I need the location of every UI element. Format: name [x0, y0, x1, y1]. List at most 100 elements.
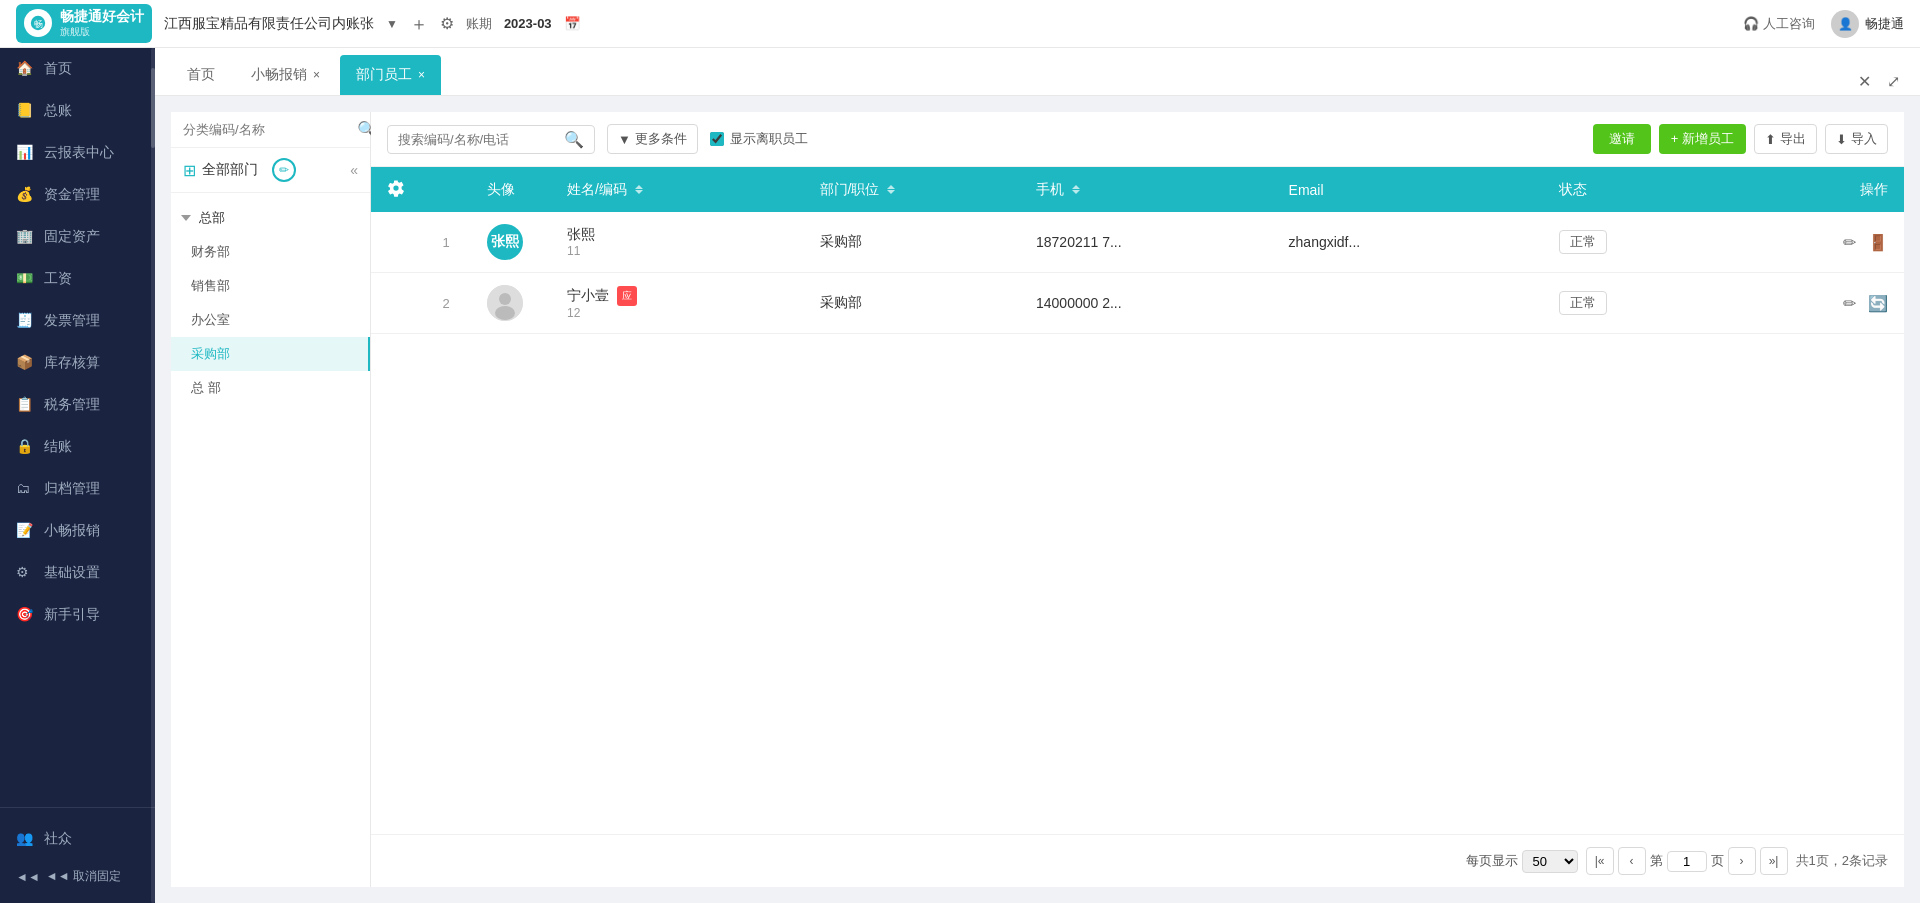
- col-email: Email: [1273, 167, 1544, 212]
- row-email-cell: zhangxidf...: [1273, 212, 1544, 273]
- row-avatar-cell: [471, 273, 551, 334]
- sidebar-item-inventory-label: 库存核算: [44, 354, 100, 372]
- page-size-select: 每页显示 10 20 50 100: [1466, 850, 1578, 873]
- guide-icon: 🎯: [16, 606, 34, 624]
- dept-edit-button[interactable]: ✏: [272, 158, 296, 182]
- add-account-button[interactable]: ＋: [410, 12, 428, 36]
- sidebar-item-home[interactable]: 🏠 首页: [0, 48, 155, 90]
- company-dropdown-button[interactable]: ▼: [386, 17, 398, 31]
- sidebar-item-capital[interactable]: 💰 资金管理: [0, 174, 155, 216]
- sidebar-item-guide[interactable]: 🎯 新手引导: [0, 594, 155, 636]
- page-size-dropdown[interactable]: 10 20 50 100: [1522, 850, 1578, 873]
- user-name: 畅捷通: [1865, 15, 1904, 33]
- top-header: 畅 畅捷通好会计 旗舰版 江西服宝精品有限责任公司内账张 ▼ ＋ ⚙ 账期 20…: [0, 0, 1920, 48]
- sidebar-item-invoice[interactable]: 🧾 发票管理: [0, 300, 155, 342]
- tab-close-all-button[interactable]: ✕: [1854, 68, 1875, 95]
- filter-button[interactable]: ▼ 更多条件: [607, 124, 698, 154]
- dept-tree-item-bangongshi[interactable]: 办公室: [171, 303, 370, 337]
- col-name[interactable]: 姓名/编码: [551, 167, 804, 212]
- headset-icon: 🎧: [1743, 16, 1759, 31]
- avatar: [487, 285, 523, 321]
- svg-text:畅: 畅: [34, 19, 43, 29]
- logo-text: 畅捷通好会计: [60, 8, 144, 25]
- page-content: 🔍 ⊞ 全部部门 ✏ « 总部 财务部 销售部: [155, 96, 1920, 903]
- edit-employee-button[interactable]: ✏: [1843, 294, 1856, 313]
- export-button[interactable]: ⬆ 导出: [1754, 124, 1817, 154]
- show-resigned-label: 显示离职员工: [730, 130, 808, 148]
- refresh-employee-button[interactable]: 🔄: [1868, 294, 1888, 313]
- settings-col-icon[interactable]: [387, 179, 405, 197]
- show-resigned-checkbox[interactable]: [710, 132, 724, 146]
- row-email-cell: [1273, 273, 1544, 334]
- prev-page-button[interactable]: ‹: [1618, 847, 1646, 875]
- tab-home[interactable]: 首页: [171, 55, 231, 95]
- grid-icon: ⊞: [183, 161, 196, 180]
- home-icon: 🏠: [16, 60, 34, 78]
- row-dept-cell: 采购部: [804, 273, 1020, 334]
- dept-search-input[interactable]: [183, 122, 351, 137]
- page-input[interactable]: [1667, 851, 1707, 872]
- tab-dept-employee-label: 部门员工: [356, 66, 412, 84]
- sidebar-item-invoice-label: 发票管理: [44, 312, 100, 330]
- more-icon: 👥: [16, 830, 34, 848]
- col-phone[interactable]: 手机: [1020, 167, 1273, 212]
- dept-tree-item-zongbu2[interactable]: 总 部: [171, 371, 370, 405]
- logout-employee-button[interactable]: 🚪: [1868, 233, 1888, 252]
- sidebar-item-settings[interactable]: ⚙ 基础设置: [0, 552, 155, 594]
- import-button[interactable]: ⬇ 导入: [1825, 124, 1888, 154]
- edit-employee-button[interactable]: ✏: [1843, 233, 1856, 252]
- sidebar-item-salary[interactable]: 💵 工资: [0, 258, 155, 300]
- tab-maximize-button[interactable]: ⤢: [1883, 68, 1904, 95]
- dept-tree-item-xiaoshoubu[interactable]: 销售部: [171, 269, 370, 303]
- tab-dept-employee-close-button[interactable]: ×: [418, 68, 425, 82]
- row-dept-cell: 采购部: [804, 212, 1020, 273]
- logo-sub: 旗舰版: [60, 25, 144, 39]
- next-page-button[interactable]: ›: [1728, 847, 1756, 875]
- cancel-fixed-button[interactable]: ◄◄ ◄◄ 取消固定: [0, 860, 155, 893]
- tab-expense-close-button[interactable]: ×: [313, 68, 320, 82]
- sidebar-item-ledger[interactable]: 📒 总账: [0, 90, 155, 132]
- invite-button[interactable]: 邀请: [1593, 124, 1651, 154]
- sidebar-item-archive[interactable]: 🗂 归档管理: [0, 468, 155, 510]
- row-status-cell: 正常: [1543, 273, 1723, 334]
- filter-label: 更多条件: [635, 130, 687, 148]
- search-input[interactable]: [398, 132, 558, 147]
- user-area[interactable]: 👤 畅捷通: [1831, 10, 1904, 38]
- inventory-icon: 📦: [16, 354, 34, 372]
- page-size-label: 每页显示: [1466, 852, 1518, 870]
- sidebar-item-ledger-label: 总账: [44, 102, 72, 120]
- status-badge: 正常: [1559, 291, 1607, 315]
- search-box: 🔍: [387, 125, 595, 154]
- employee-panel: 🔍 ▼ 更多条件 显示离职员工 邀请 + 新增员工: [371, 112, 1904, 887]
- sidebar-item-close[interactable]: 🔒 结账: [0, 426, 155, 468]
- first-page-button[interactable]: |«: [1586, 847, 1614, 875]
- sidebar-item-more[interactable]: 👥 社众: [0, 818, 155, 860]
- consult-button[interactable]: 🎧 人工咨询: [1743, 15, 1815, 33]
- dept-collapse-button[interactable]: «: [350, 162, 358, 178]
- avatar: 张熙: [487, 224, 523, 260]
- data-table: 头像 姓名/编码 部门/职位: [371, 167, 1904, 834]
- dept-tree-item-zongbu[interactable]: 总部: [171, 201, 370, 235]
- table-row: 1 张熙 张熙 11: [371, 212, 1904, 273]
- search-icon[interactable]: 🔍: [564, 130, 584, 149]
- sidebar-item-reports[interactable]: 📊 云报表中心: [0, 132, 155, 174]
- dept-tree-item-caigoubu[interactable]: 采购部: [171, 337, 370, 371]
- last-page-button[interactable]: »|: [1760, 847, 1788, 875]
- calendar-button[interactable]: 📅: [564, 16, 581, 31]
- reports-icon: 📊: [16, 144, 34, 162]
- col-dept[interactable]: 部门/职位: [804, 167, 1020, 212]
- sidebar-item-assets[interactable]: 🏢 固定资产: [0, 216, 155, 258]
- sidebar-item-expense[interactable]: 📝 小畅报销: [0, 510, 155, 552]
- page-input-area: [1667, 851, 1707, 872]
- sidebar-item-inventory[interactable]: 📦 库存核算: [0, 342, 155, 384]
- account-settings-button[interactable]: ⚙: [440, 14, 454, 33]
- export-icon: ⬆: [1765, 132, 1776, 147]
- sidebar-item-tax[interactable]: 📋 税务管理: [0, 384, 155, 426]
- add-employee-button[interactable]: + 新增员工: [1659, 124, 1746, 154]
- sidebar-item-expense-label: 小畅报销: [44, 522, 100, 540]
- tab-dept-employee[interactable]: 部门员工 ×: [340, 55, 441, 95]
- tab-expense[interactable]: 小畅报销 ×: [235, 55, 336, 95]
- dept-tree-item-caiwubu[interactable]: 财务部: [171, 235, 370, 269]
- name-sort-icon: [635, 185, 643, 194]
- employee-table: 头像 姓名/编码 部门/职位: [371, 167, 1904, 334]
